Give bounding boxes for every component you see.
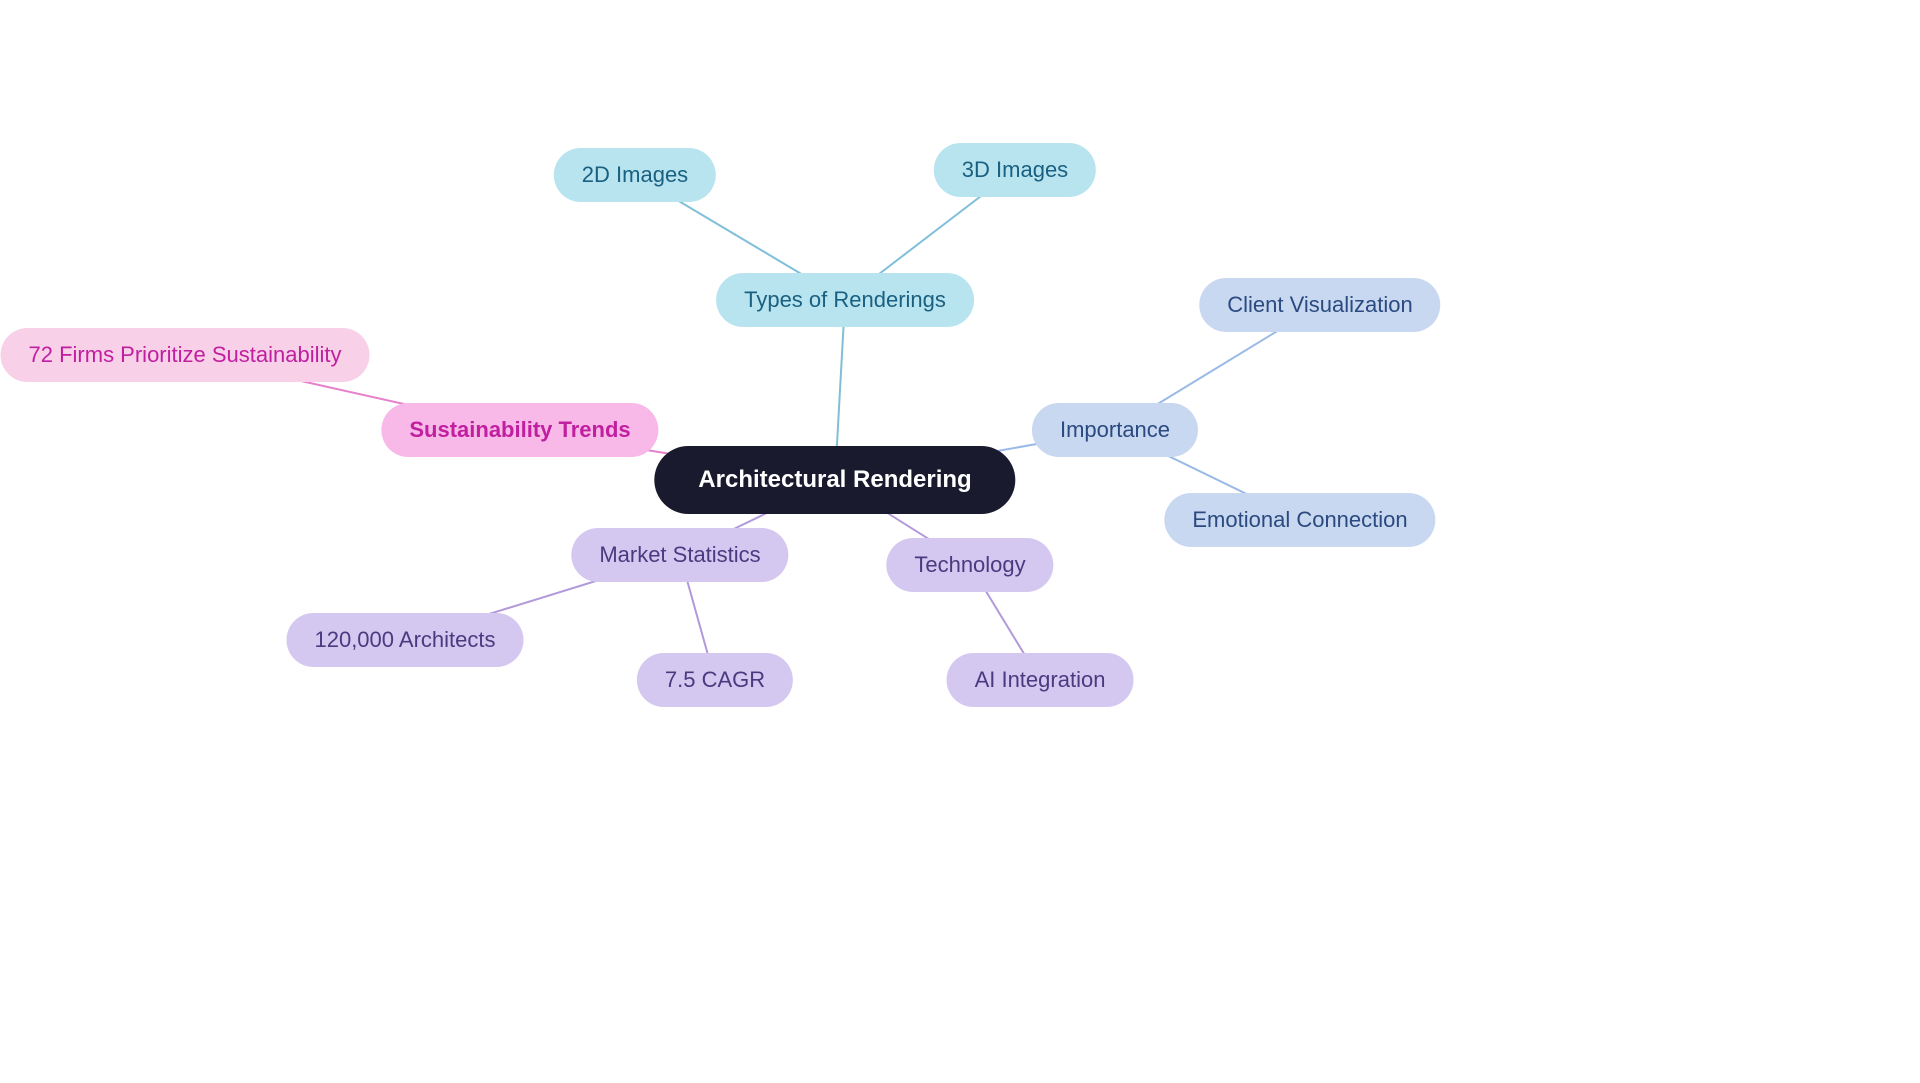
node-importance[interactable]: Importance <box>1032 403 1198 457</box>
node-market-statistics[interactable]: Market Statistics <box>571 528 788 582</box>
node-technology[interactable]: Technology <box>886 538 1053 592</box>
node-120000-architects[interactable]: 120,000 Architects <box>286 613 523 667</box>
node-2d-images[interactable]: 2D Images <box>554 148 716 202</box>
node-sustainability-trends[interactable]: Sustainability Trends <box>381 403 658 457</box>
node-75-cagr[interactable]: 7.5 CAGR <box>637 653 793 707</box>
node-types-of-renderings[interactable]: Types of Renderings <box>716 273 974 327</box>
node-emotional-connection[interactable]: Emotional Connection <box>1164 493 1435 547</box>
node-client-visualization[interactable]: Client Visualization <box>1199 278 1440 332</box>
node-ai-integration[interactable]: AI Integration <box>947 653 1134 707</box>
node-3d-images[interactable]: 3D Images <box>934 143 1096 197</box>
node-72-firms[interactable]: 72 Firms Prioritize Sustainability <box>1 328 370 382</box>
node-architectural-rendering[interactable]: Architectural Rendering <box>654 446 1015 514</box>
mindmap-container: Architectural Rendering Types of Renderin… <box>0 0 1920 1083</box>
